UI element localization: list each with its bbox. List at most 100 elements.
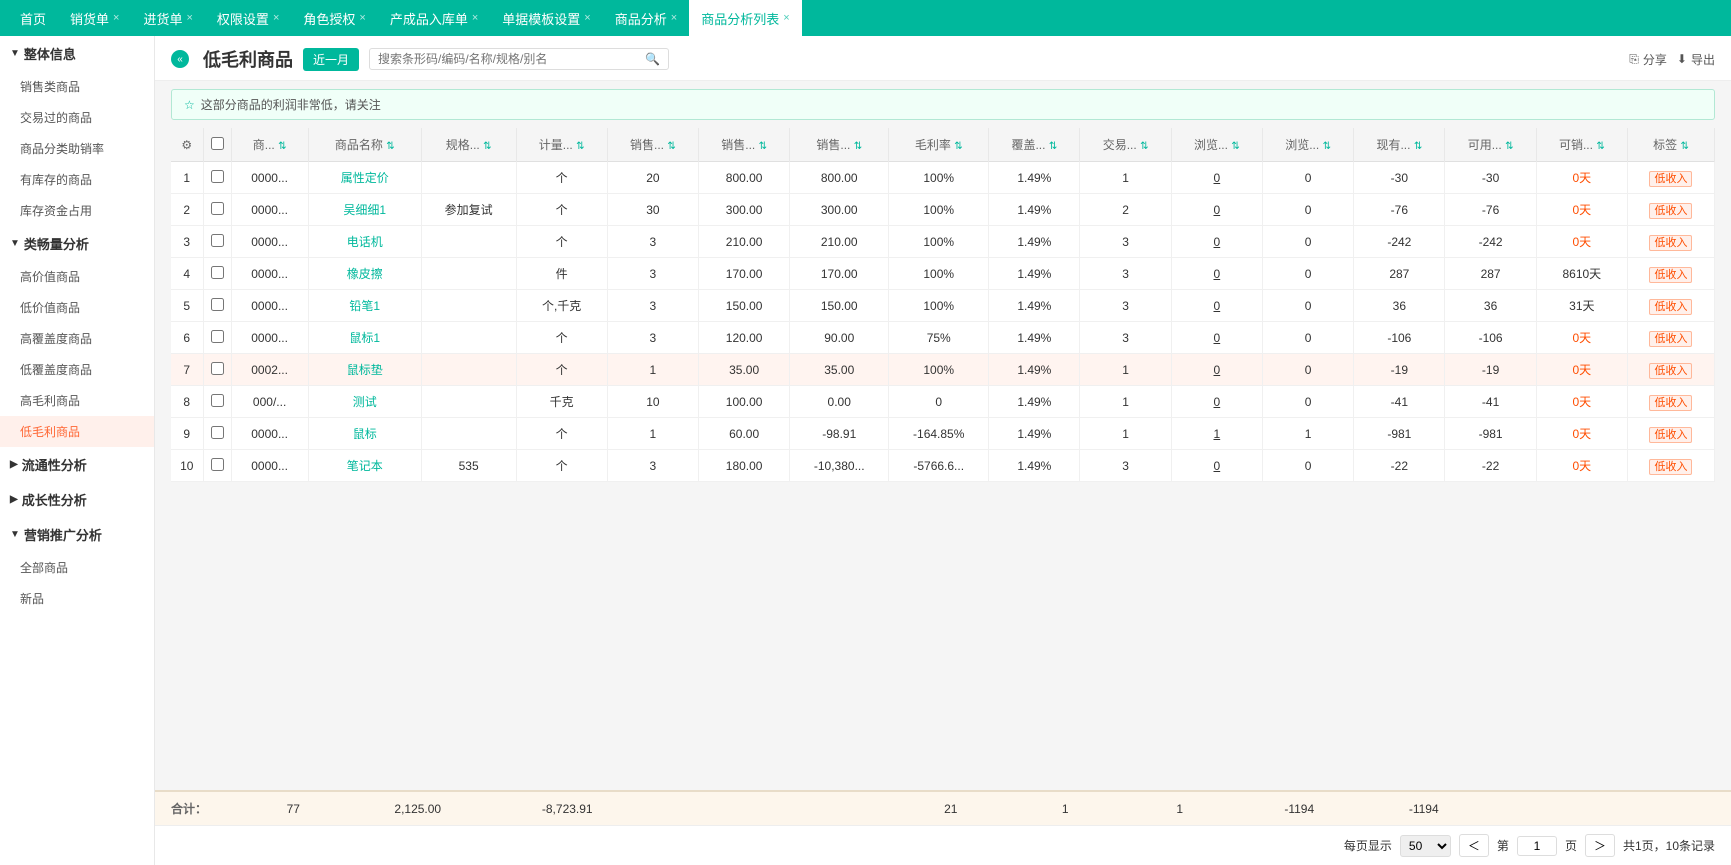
close-icon[interactable]: ×: [671, 12, 677, 24]
col-unit[interactable]: 计量... ⇅: [516, 128, 607, 162]
row-browse1[interactable]: 0: [1171, 194, 1262, 226]
row-checkbox[interactable]: [203, 386, 231, 418]
row-name[interactable]: 吴细细1: [308, 194, 421, 226]
row-name[interactable]: 橡皮擦: [308, 258, 421, 290]
row-checkbox[interactable]: [203, 290, 231, 322]
col-sale-amount[interactable]: 销售... ⇅: [790, 128, 889, 162]
sidebar-item-low-coverage[interactable]: 低覆盖度商品: [0, 354, 154, 385]
sidebar-item-low-margin[interactable]: 低毛利商品: [0, 416, 154, 447]
nav-item-product-analysis-list[interactable]: 商品分析列表 ×: [689, 0, 801, 36]
sidebar-item-category-rate[interactable]: 商品分类助销率: [0, 133, 154, 164]
col-saleable[interactable]: 可销... ⇅: [1536, 128, 1627, 162]
close-icon[interactable]: ×: [472, 12, 478, 24]
row-browse1[interactable]: 1: [1171, 418, 1262, 450]
row-name[interactable]: 测试: [308, 386, 421, 418]
share-icon: ⎘: [1629, 52, 1639, 67]
row-browse1[interactable]: 0: [1171, 354, 1262, 386]
nav-item-purchase[interactable]: 进货单 ×: [131, 0, 204, 36]
close-icon[interactable]: ×: [186, 12, 192, 24]
nav-item-finished-goods[interactable]: 产成品入库单 ×: [378, 0, 490, 36]
nav-item-roles[interactable]: 角色授权 ×: [291, 0, 377, 36]
row-browse1[interactable]: 0: [1171, 322, 1262, 354]
col-available[interactable]: 可用... ⇅: [1445, 128, 1536, 162]
sidebar-item-in-stock[interactable]: 有库存的商品: [0, 164, 154, 195]
col-spec[interactable]: 规格... ⇅: [421, 128, 516, 162]
sidebar-section-overall[interactable]: ▼ 整体信息: [0, 36, 154, 71]
row-browse1[interactable]: 0: [1171, 162, 1262, 194]
row-checkbox[interactable]: [203, 162, 231, 194]
total-sale-amount: -8,723.91: [522, 802, 612, 816]
share-btn[interactable]: ⎘ 分享: [1629, 51, 1667, 68]
close-icon[interactable]: ×: [359, 12, 365, 24]
sidebar-item-sales-goods[interactable]: 销售类商品: [0, 71, 154, 102]
sidebar-section-circulation[interactable]: ▶ 流通性分析: [0, 447, 154, 482]
sidebar-item-low-value[interactable]: 低价值商品: [0, 292, 154, 323]
table-row: 5 0000... 铅笔1 个,千克 3 150.00 150.00 100% …: [171, 290, 1715, 322]
sidebar-item-high-margin[interactable]: 高毛利商品: [0, 385, 154, 416]
row-name[interactable]: 鼠标1: [308, 322, 421, 354]
col-sale-price[interactable]: 销售... ⇅: [699, 128, 790, 162]
sidebar-item-new-goods[interactable]: 新品: [0, 583, 154, 614]
collapse-sidebar-btn[interactable]: «: [171, 50, 189, 68]
row-name[interactable]: 笔记本: [308, 450, 421, 482]
search-input[interactable]: [378, 52, 645, 66]
row-name[interactable]: 鼠标垫: [308, 354, 421, 386]
row-browse1[interactable]: 0: [1171, 258, 1262, 290]
sidebar-item-high-coverage[interactable]: 高覆盖度商品: [0, 323, 154, 354]
row-browse2: 0: [1262, 258, 1353, 290]
row-no: 5: [171, 290, 203, 322]
col-browse2[interactable]: 浏览... ⇅: [1262, 128, 1353, 162]
row-checkbox[interactable]: [203, 354, 231, 386]
sidebar-section-volume-analysis[interactable]: ▼ 类畅量分析: [0, 226, 154, 261]
next-page-btn[interactable]: ＞: [1585, 834, 1615, 857]
sidebar-section-growth[interactable]: ▶ 成长性分析: [0, 482, 154, 517]
search-icon[interactable]: 🔍: [645, 52, 660, 66]
row-browse1[interactable]: 0: [1171, 450, 1262, 482]
row-browse1[interactable]: 0: [1171, 226, 1262, 258]
page-number-input[interactable]: [1517, 836, 1557, 856]
filter-period-btn[interactable]: 近一月: [303, 48, 359, 71]
close-icon[interactable]: ×: [273, 12, 279, 24]
close-icon[interactable]: ×: [783, 12, 789, 24]
per-page-select[interactable]: 50 20 100: [1400, 835, 1451, 857]
close-icon[interactable]: ×: [113, 12, 119, 24]
row-checkbox[interactable]: [203, 450, 231, 482]
col-browse1[interactable]: 浏览... ⇅: [1171, 128, 1262, 162]
col-settings[interactable]: ⚙: [171, 128, 203, 162]
col-coverage[interactable]: 覆盖... ⇅: [989, 128, 1080, 162]
row-checkbox[interactable]: [203, 194, 231, 226]
prev-page-btn[interactable]: ＜: [1459, 834, 1489, 857]
row-checkbox[interactable]: [203, 418, 231, 450]
row-browse1[interactable]: 0: [1171, 290, 1262, 322]
col-name[interactable]: 商品名称 ⇅: [308, 128, 421, 162]
per-page-label: 每页显示: [1344, 837, 1392, 854]
col-code[interactable]: 商... ⇅: [231, 128, 308, 162]
export-btn[interactable]: ⬇ 导出: [1677, 51, 1715, 68]
sidebar-item-stock-capital[interactable]: 库存资金占用: [0, 195, 154, 226]
col-sale-count[interactable]: 销售... ⇅: [607, 128, 698, 162]
row-checkbox[interactable]: [203, 258, 231, 290]
col-tag[interactable]: 标签 ⇅: [1627, 128, 1714, 162]
total-label: 合计：: [171, 800, 231, 817]
nav-item-sales[interactable]: 销货单 ×: [58, 0, 131, 36]
sidebar-item-high-value[interactable]: 高价值商品: [0, 261, 154, 292]
row-name[interactable]: 鼠标: [308, 418, 421, 450]
sidebar-item-all-goods[interactable]: 全部商品: [0, 552, 154, 583]
col-gross-margin[interactable]: 毛利率 ⇅: [889, 128, 989, 162]
nav-item-home[interactable]: 首页: [8, 0, 58, 36]
row-checkbox[interactable]: [203, 322, 231, 354]
row-name[interactable]: 属性定价: [308, 162, 421, 194]
nav-item-template-settings[interactable]: 单据模板设置 ×: [490, 0, 602, 36]
col-current[interactable]: 现有... ⇅: [1354, 128, 1445, 162]
nav-item-product-analysis[interactable]: 商品分析 ×: [603, 0, 689, 36]
row-name[interactable]: 铅笔1: [308, 290, 421, 322]
select-all-checkbox[interactable]: [211, 137, 224, 150]
col-trade[interactable]: 交易... ⇅: [1080, 128, 1171, 162]
row-checkbox[interactable]: [203, 226, 231, 258]
nav-item-permissions[interactable]: 权限设置 ×: [205, 0, 291, 36]
row-name[interactable]: 电话机: [308, 226, 421, 258]
close-icon[interactable]: ×: [584, 12, 590, 24]
sidebar-item-traded-goods[interactable]: 交易过的商品: [0, 102, 154, 133]
sidebar-section-marketing[interactable]: ▼ 营销推广分析: [0, 517, 154, 552]
row-browse1[interactable]: 0: [1171, 386, 1262, 418]
